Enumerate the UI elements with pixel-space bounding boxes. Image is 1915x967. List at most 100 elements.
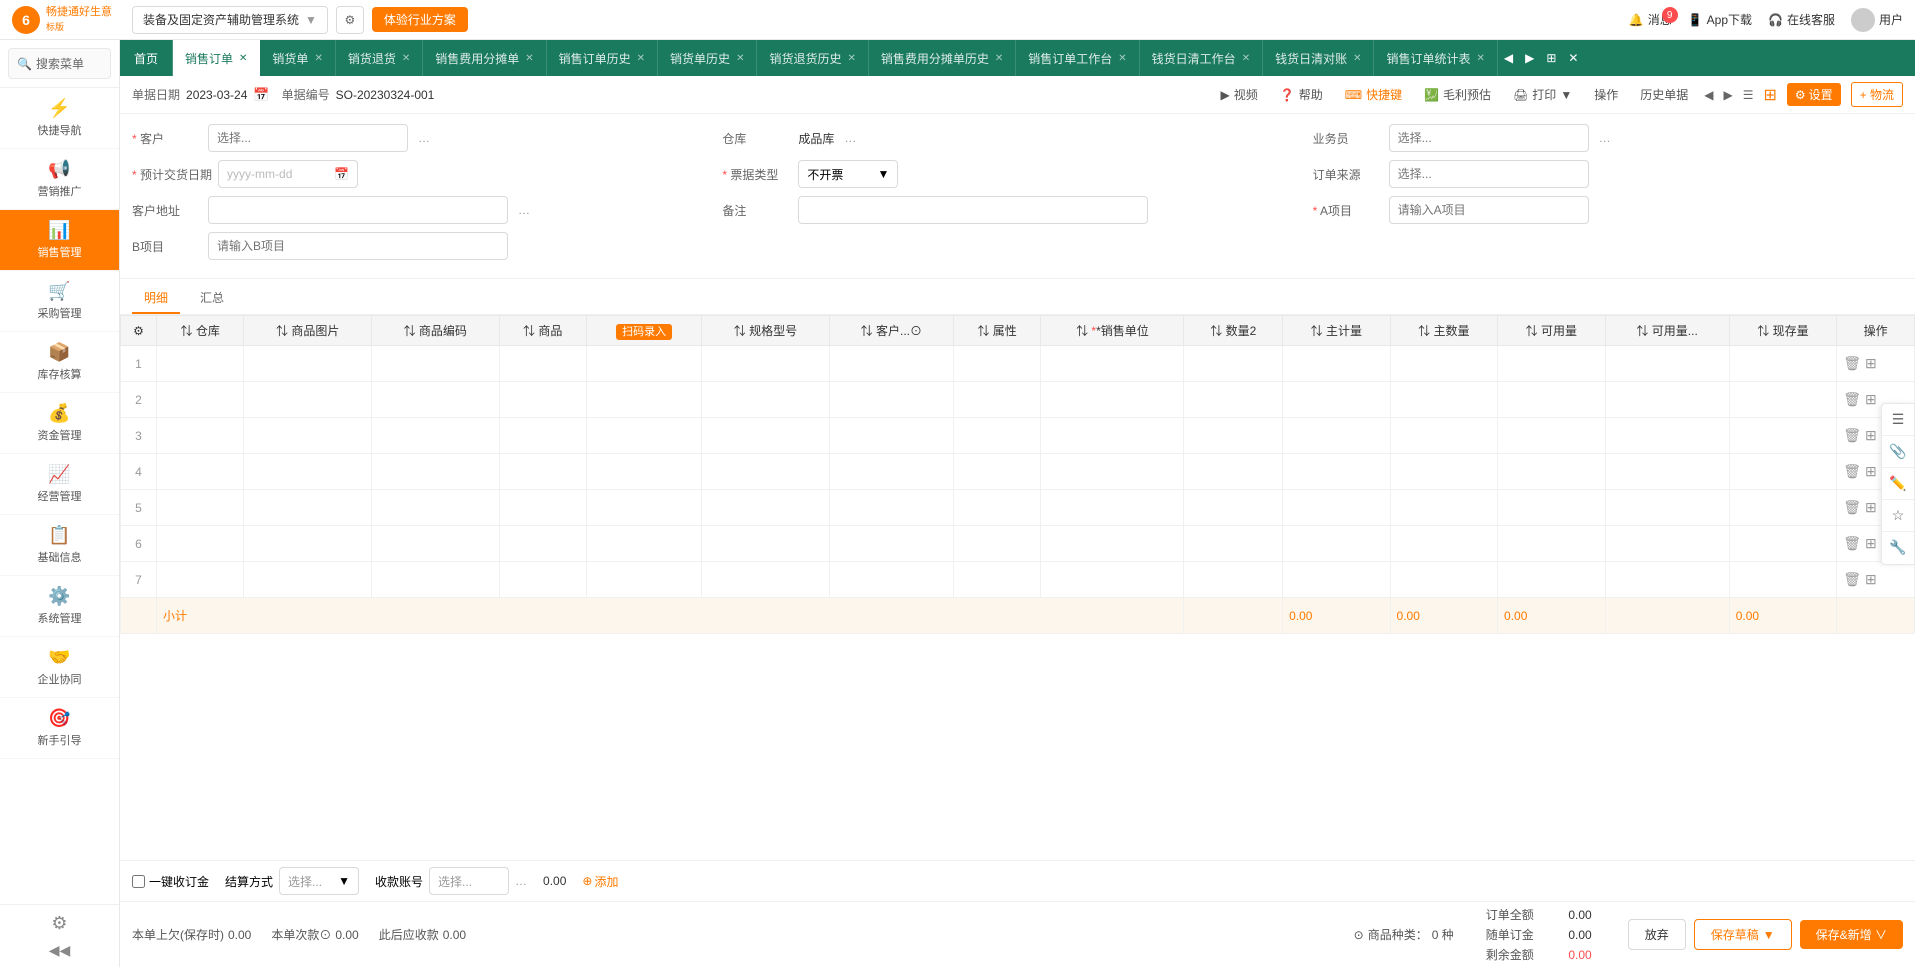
row-qty2[interactable] — [1184, 418, 1283, 454]
tab-summary[interactable]: 汇总 — [188, 283, 236, 314]
row-customer-no[interactable] — [829, 418, 953, 454]
th-spec[interactable]: ⇅ 规格型号 — [702, 316, 830, 346]
sidebar-collapse-btn[interactable]: ◀◀ — [49, 942, 71, 959]
print-btn[interactable]: 🖨 打印 ▼ — [1507, 84, 1578, 105]
add-payment-link[interactable]: ⊕ 添加 — [582, 873, 618, 890]
row-warehouse[interactable] — [157, 490, 244, 526]
tab-close-8[interactable]: ✕ — [995, 53, 1003, 64]
row-main-qty[interactable] — [1390, 418, 1497, 454]
sidebar-item-system[interactable]: ⚙️ 系统管理 — [0, 576, 119, 637]
row-spec[interactable] — [702, 382, 830, 418]
row-product[interactable] — [499, 454, 586, 490]
tab-next-btn[interactable]: ▶ — [1519, 51, 1540, 65]
row-delete-icon[interactable]: 🗑 — [1843, 535, 1861, 552]
view-btn[interactable]: ▶ 视频 — [1215, 84, 1264, 105]
tab-return-hist[interactable]: 销货退货历史 ✕ — [757, 40, 868, 76]
right-icon-1[interactable]: ☰ — [1882, 404, 1914, 436]
row-copy-icon[interactable]: ⊞ — [1865, 391, 1877, 408]
online-support-item[interactable]: 🎧 在线客服 — [1768, 11, 1835, 28]
order-source-input[interactable] — [1389, 160, 1589, 188]
sidebar-item-guide[interactable]: 🎯 新手引导 — [0, 698, 119, 759]
row-attr[interactable] — [953, 346, 1040, 382]
right-icon-5[interactable]: 🔧 — [1882, 532, 1914, 564]
th-product[interactable]: ⇅ 商品 — [499, 316, 586, 346]
row-available2[interactable] — [1605, 454, 1729, 490]
row-copy-icon[interactable]: ⊞ — [1865, 535, 1877, 552]
row-qty2[interactable] — [1184, 346, 1283, 382]
sidebar-item-finance[interactable]: 💰 资金管理 — [0, 393, 119, 454]
row-customer-no[interactable] — [829, 454, 953, 490]
row-spec[interactable] — [702, 454, 830, 490]
row-main-qty[interactable] — [1390, 562, 1497, 598]
add-logistics-btn[interactable]: + 物流 — [1851, 82, 1903, 107]
row-warehouse[interactable] — [157, 418, 244, 454]
tab-close-9[interactable]: ✕ — [1118, 53, 1126, 64]
toolbar-expand-icon[interactable]: ⊞ — [1763, 85, 1776, 105]
row-available[interactable] — [1498, 346, 1605, 382]
row-delete-icon[interactable]: 🗑 — [1843, 391, 1861, 408]
th-customer-no[interactable]: ⇅ 客户...⊙ — [829, 316, 953, 346]
customer-input[interactable] — [208, 124, 408, 152]
profit-btn[interactable]: 💹 毛利预估 — [1418, 84, 1497, 105]
tab-close-7[interactable]: ✕ — [847, 53, 855, 64]
row-qty2[interactable] — [1184, 562, 1283, 598]
row-qty2[interactable] — [1184, 454, 1283, 490]
row-main-qty[interactable] — [1390, 346, 1497, 382]
row-qty2[interactable] — [1184, 526, 1283, 562]
row-available2[interactable] — [1605, 418, 1729, 454]
row-spec[interactable] — [702, 418, 830, 454]
row-warehouse[interactable] — [157, 526, 244, 562]
tab-sales-invoice[interactable]: 销货单 ✕ — [260, 40, 335, 76]
row-qty2[interactable] — [1184, 490, 1283, 526]
row-available2[interactable] — [1605, 526, 1729, 562]
row-customer-no[interactable] — [829, 526, 953, 562]
row-stock[interactable] — [1729, 490, 1836, 526]
row-copy-icon[interactable]: ⊞ — [1865, 571, 1877, 588]
row-delete-icon[interactable]: 🗑 — [1843, 571, 1861, 588]
row-available[interactable] — [1498, 562, 1605, 598]
row-unit[interactable] — [1041, 382, 1184, 418]
row-copy-icon[interactable]: ⊞ — [1865, 463, 1877, 480]
ticket-select[interactable]: 不开票 ▼ — [798, 160, 898, 188]
row-available2[interactable] — [1605, 382, 1729, 418]
sidebar-settings-icon[interactable]: ⚙ — [51, 913, 67, 934]
tab-close-all-btn[interactable]: ✕ — [1562, 51, 1584, 65]
tab-expand-btn[interactable]: ⊞ — [1540, 51, 1562, 65]
row-available2[interactable] — [1605, 562, 1729, 598]
row-available[interactable] — [1498, 382, 1605, 418]
row-stock[interactable] — [1729, 346, 1836, 382]
remarks-input[interactable] — [798, 196, 1148, 224]
row-warehouse[interactable] — [157, 382, 244, 418]
app-download-item[interactable]: 📱 App下载 — [1688, 11, 1752, 28]
row-copy-icon[interactable]: ⊞ — [1865, 499, 1877, 516]
row-code[interactable] — [371, 382, 499, 418]
row-delete-icon[interactable]: 🗑 — [1843, 499, 1861, 516]
sidebar-item-sales[interactable]: 📊 销售管理 — [0, 210, 119, 271]
row-warehouse[interactable] — [157, 346, 244, 382]
row-main-unit[interactable] — [1283, 454, 1390, 490]
th-main-qty[interactable]: ⇅ 主数量 — [1390, 316, 1497, 346]
tab-close-3[interactable]: ✕ — [402, 53, 410, 64]
save-draft-btn[interactable]: 保存草稿 ▼ — [1694, 919, 1792, 950]
warehouse-more-icon[interactable]: … — [844, 131, 856, 145]
row-main-qty[interactable] — [1390, 526, 1497, 562]
tab-prev-btn[interactable]: ◀ — [1498, 51, 1519, 65]
row-stock[interactable] — [1729, 454, 1836, 490]
th-img[interactable]: ⇅ 商品图片 — [244, 316, 372, 346]
discard-btn[interactable]: 放弃 — [1628, 919, 1686, 950]
row-code[interactable] — [371, 418, 499, 454]
row-customer-no[interactable] — [829, 562, 953, 598]
row-delete-icon[interactable]: 🗑 — [1843, 463, 1861, 480]
user-item[interactable]: 用户 — [1851, 8, 1903, 32]
tab-home[interactable]: 首页 — [120, 40, 173, 76]
tab-sales-fee[interactable]: 销售费用分摊单 ✕ — [423, 40, 546, 76]
th-available[interactable]: ⇅ 可用量 — [1498, 316, 1605, 346]
row-code[interactable] — [371, 526, 499, 562]
row-available[interactable] — [1498, 526, 1605, 562]
row-stock[interactable] — [1729, 526, 1836, 562]
tab-detail[interactable]: 明细 — [132, 283, 180, 314]
sidebar-item-marketing[interactable]: 📢 营销推广 — [0, 149, 119, 210]
tab-close-6[interactable]: ✕ — [736, 53, 744, 64]
row-main-unit[interactable] — [1283, 562, 1390, 598]
row-copy-icon[interactable]: ⊞ — [1865, 427, 1877, 444]
